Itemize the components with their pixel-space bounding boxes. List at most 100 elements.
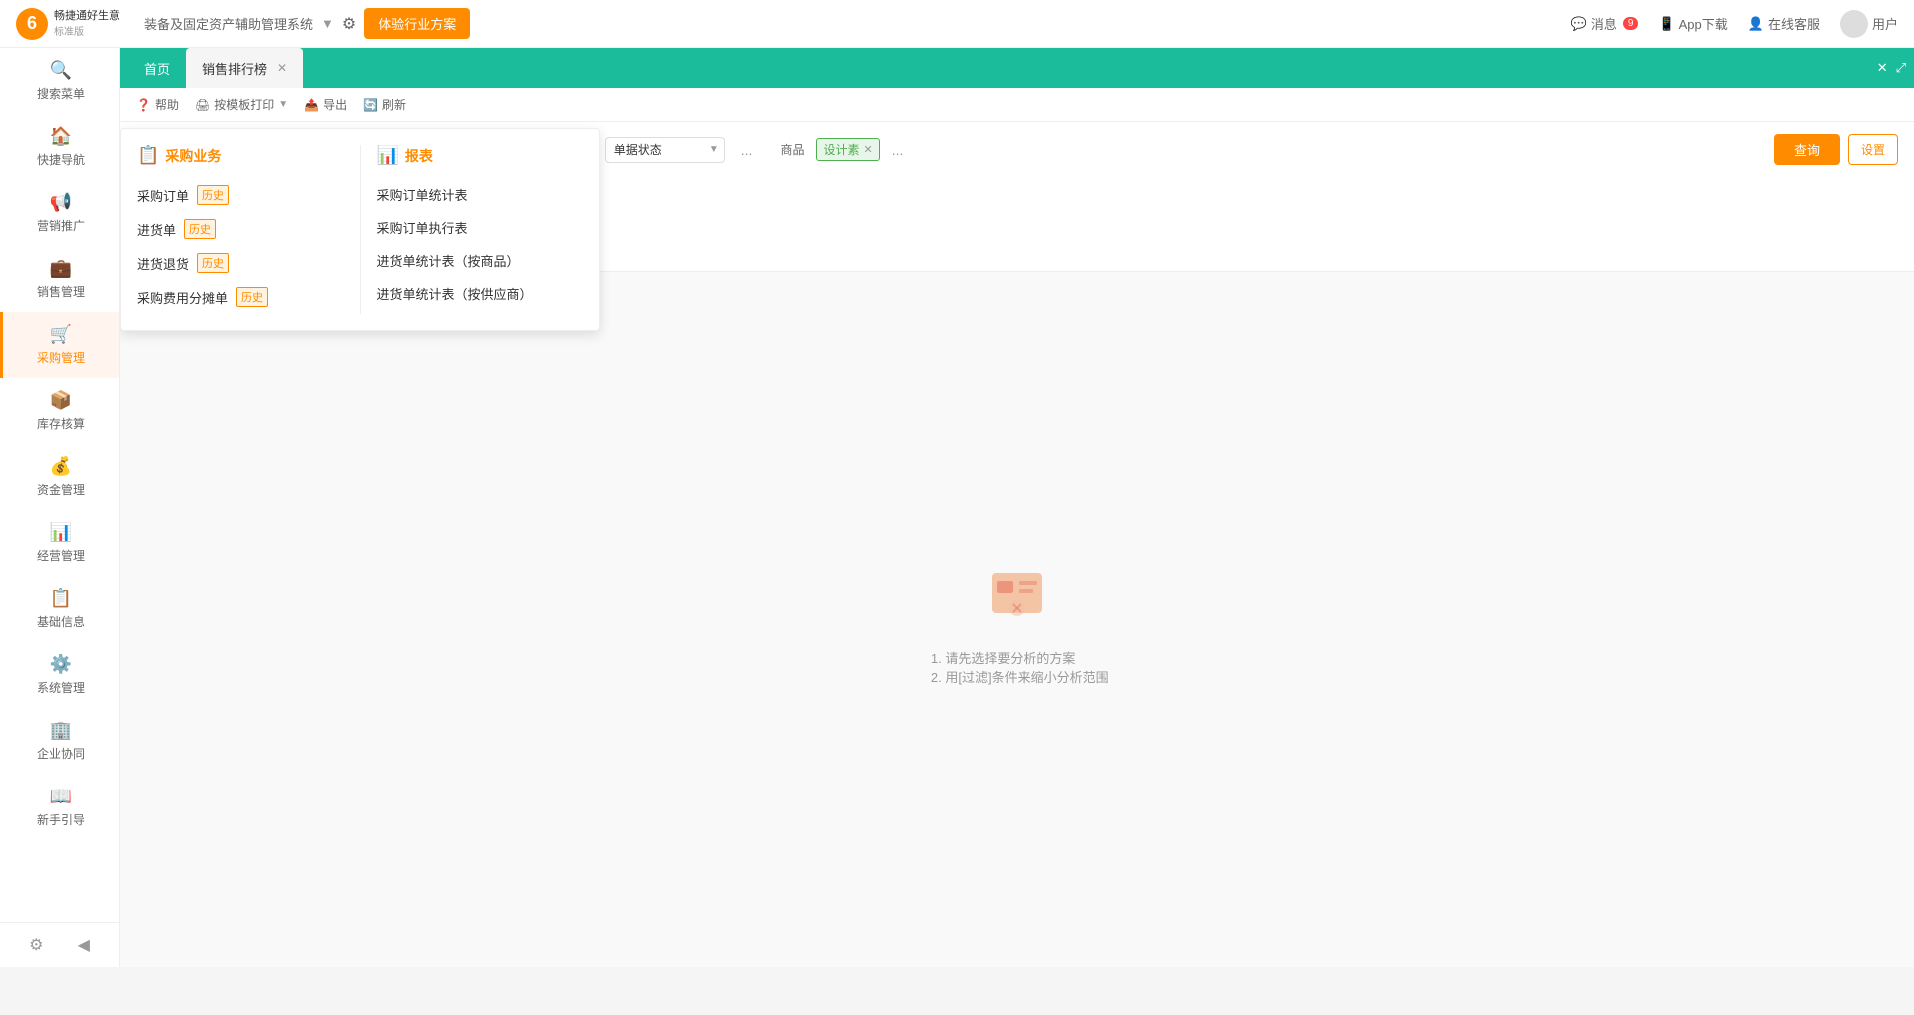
help-icon: ❓ [136,98,151,112]
sidebar-item-finance[interactable]: 💰 资金管理 [0,444,119,510]
query-button[interactable]: 查询 [1774,134,1840,165]
print-button[interactable]: 🖨 按模板打印 ▼ [195,96,288,113]
goods-tag-close[interactable]: ✕ [863,143,872,156]
tab-close-icon[interactable]: ✕ [277,61,287,75]
logo-text: 畅捷通好生意 [54,9,120,23]
sidebar-item-system[interactable]: ⚙️ 系统管理 [0,642,119,708]
header-right: 💬 消息 9 📱 App下载 👤 在线客服 用户 [1571,10,1898,38]
goods-tag: 设计素 ✕ [816,138,879,161]
sidebar-item-quick-nav[interactable]: 🏠 快捷导航 [0,114,119,180]
tab-right-icons: ✕ ⤢ [1877,60,1906,76]
print-icon: 🖨 [195,98,210,112]
user-avatar [1840,10,1868,38]
menu-item-incoming-by-goods[interactable]: 进货单统计表（按商品） [377,244,584,277]
menu-section-report: 📊 报表 采购订单统计表 采购订单执行表 进货单统计表（按商品） 进货单统计表（… [360,145,584,314]
purchase-dropdown-menu: 📋 采购业务 采购订单 历史 进货单 历史 进货退货 历史 [120,128,600,331]
voucher-status-more-btn[interactable]: ... [741,142,753,158]
menu-section-purchase-title: 📋 采购业务 [137,145,344,166]
menu-item-incoming[interactable]: 进货单 历史 [137,212,344,246]
tab-bar: 首页 销售排行榜 ✕ ✕ ⤢ [120,48,1914,88]
sidebar-item-marketing[interactable]: 📢 营销推广 [0,180,119,246]
inventory-icon: 📦 [50,390,72,411]
message-badge: 9 [1623,17,1639,30]
menu-item-expense-split[interactable]: 采购费用分摊单 历史 [137,280,344,314]
sidebar-item-search[interactable]: 🔍 搜索菜单 [0,48,119,114]
tab-sales-rank[interactable]: 销售排行榜 ✕ [186,48,303,88]
refresh-icon: 🔄 [363,98,378,112]
industry-button[interactable]: 体验行业方案 [364,8,470,39]
menu-section-purchase: 📋 采购业务 采购订单 历史 进货单 历史 进货退货 历史 [137,145,344,314]
tab-home[interactable]: 首页 [128,48,186,88]
service-icon: 👤 [1748,16,1764,32]
purchase-icon: 🛒 [50,324,72,345]
menu-item-order-stats[interactable]: 采购订单统计表 [377,178,584,211]
menu-item-order-exec[interactable]: 采购订单执行表 [377,211,584,244]
settings-icon[interactable]: ⚙ [342,14,356,34]
empty-illustration [977,553,1057,636]
system-dropdown-arrow[interactable]: ▼ [321,16,334,31]
history-tag-3: 历史 [197,253,229,273]
sidebar-collapse-icon[interactable]: ◀ [78,935,90,955]
top-header: 6 畅捷通好生意 标准版 装备及固定资产辅助管理系统 ▼ ⚙ 体验行业方案 💬 … [0,0,1914,48]
search-icon: 🔍 [50,60,72,81]
app-download-button[interactable]: 📱 App下载 [1658,14,1727,33]
setup-button[interactable]: 设置 [1848,134,1898,165]
tab-window-close-icon[interactable]: ✕ [1877,60,1888,76]
history-tag-4: 历史 [236,287,268,307]
help-button[interactable]: ❓ 帮助 [136,96,179,113]
main-content-area: 请先选择要分析的方案 用[过滤]条件来缩小分析范围 [120,272,1914,967]
sidebar-bottom: ⚙ ◀ [0,922,119,967]
basic-info-icon: 📋 [50,588,72,609]
user-area[interactable]: 用户 [1840,10,1898,38]
menu-item-return-goods[interactable]: 进货退货 历史 [137,246,344,280]
empty-tip-2: 用[过滤]条件来缩小分析范围 [945,667,1108,686]
report-section-icon: 📊 [377,145,399,166]
sidebar-item-guide[interactable]: 📖 新手引导 [0,774,119,840]
history-tag-1: 历史 [197,185,229,205]
online-service-button[interactable]: 👤 在线客服 [1748,14,1820,33]
sidebar-item-basic-info[interactable]: 📋 基础信息 [0,576,119,642]
sidebar-item-inventory[interactable]: 📦 库存核算 [0,378,119,444]
voucher-status-select[interactable]: 单据状态 [605,137,725,163]
marketing-icon: 📢 [50,192,72,213]
sidebar-settings-icon[interactable]: ⚙ [29,935,43,955]
logo-sub: 标准版 [54,23,120,38]
sidebar: 🔍 搜索菜单 🏠 快捷导航 📢 营销推广 💼 销售管理 🛒 采购管理 📦 库存核… [0,48,120,967]
enterprise-icon: 🏢 [50,720,72,741]
sales-icon: 💼 [50,258,72,279]
goods-label: 商品 [780,141,804,158]
content-area: 首页 销售排行榜 ✕ ✕ ⤢ 📋 采购业务 [120,48,1914,967]
empty-tip-1: 请先选择要分析的方案 [945,648,1108,667]
export-button[interactable]: 📤 导出 [304,96,347,113]
message-icon: 💬 [1571,16,1587,32]
sidebar-item-enterprise[interactable]: 🏢 企业协同 [0,708,119,774]
refresh-button[interactable]: 🔄 刷新 [363,96,406,113]
sidebar-item-operations[interactable]: 📊 经营管理 [0,510,119,576]
print-dropdown-icon: ▼ [278,99,288,110]
logo-area: 6 畅捷通好生意 标准版 [16,8,136,40]
operations-icon: 📊 [50,522,72,543]
guide-icon: 📖 [50,786,72,807]
system-icon: ⚙️ [50,654,72,675]
logo-icon: 6 [16,8,48,40]
export-icon: 📤 [304,98,319,112]
menu-section-report-title: 📊 报表 [377,145,584,166]
goods-more-btn[interactable]: ... [892,142,904,158]
finance-icon: 💰 [50,456,72,477]
sidebar-item-purchase[interactable]: 🛒 采购管理 [0,312,119,378]
content-wrapper: 📋 采购业务 采购订单 历史 进货单 历史 进货退货 历史 [120,88,1914,967]
system-title: 装备及固定资产辅助管理系统 [144,14,313,33]
main-layout: 🔍 搜索菜单 🏠 快捷导航 📢 营销推广 💼 销售管理 🛒 采购管理 📦 库存核… [0,48,1914,967]
empty-tips: 请先选择要分析的方案 用[过滤]条件来缩小分析范围 [925,648,1108,686]
toolbar: ❓ 帮助 🖨 按模板打印 ▼ 📤 导出 🔄 刷新 [120,88,1914,122]
sidebar-item-sales[interactable]: 💼 销售管理 [0,246,119,312]
tab-expand-icon[interactable]: ⤢ [1896,60,1906,76]
menu-item-purchase-order[interactable]: 采购订单 历史 [137,178,344,212]
purchase-section-icon: 📋 [137,145,159,166]
home-icon: 🏠 [50,126,72,147]
history-tag-2: 历史 [184,219,216,239]
header-center: 装备及固定资产辅助管理系统 ▼ ⚙ 体验行业方案 [144,8,1571,39]
message-button[interactable]: 💬 消息 9 [1571,14,1639,33]
phone-icon: 📱 [1658,16,1674,32]
menu-item-incoming-by-supplier[interactable]: 进货单统计表（按供应商） [377,277,584,310]
